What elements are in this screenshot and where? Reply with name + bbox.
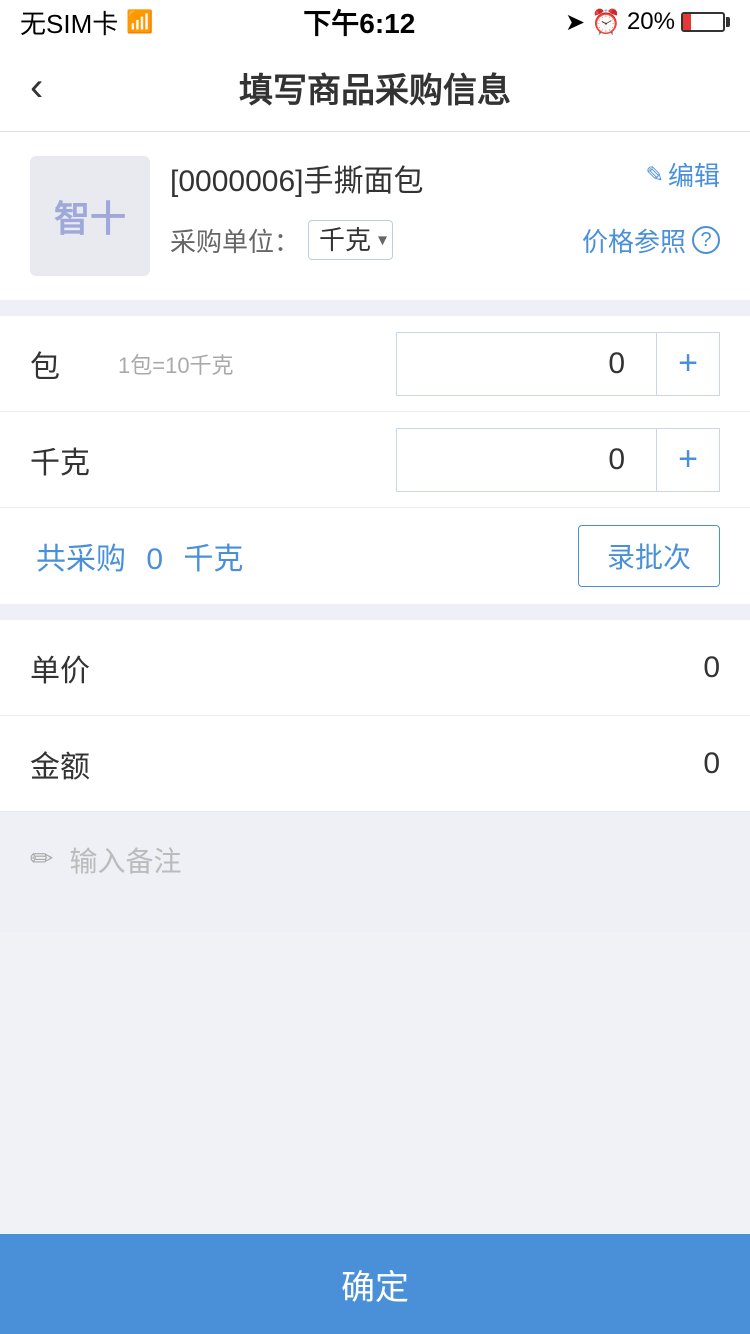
unit-select[interactable]: 千克 <box>308 220 393 260</box>
price-ref-label: 价格参照 <box>582 222 686 259</box>
location-icon: ➤ <box>565 8 585 37</box>
edit-button[interactable]: ✎ 编辑 <box>646 156 720 193</box>
status-bar: 无SIM卡 📶 下午6:12 ➤ ⏰ 20% <box>0 0 750 44</box>
price-ref-button[interactable]: 价格参照 ? <box>582 222 720 259</box>
battery-percent: 20% <box>627 8 675 36</box>
status-right: ➤ ⏰ 20% <box>565 8 730 37</box>
pack-input[interactable] <box>396 332 656 396</box>
pack-row: 包 1包=10千克 + <box>0 316 750 412</box>
back-button[interactable]: ‹ <box>30 65 43 110</box>
unit-price-value: 0 <box>703 651 720 685</box>
unit-price-label: 单价 <box>30 646 90 690</box>
carrier-label: 无SIM卡 <box>20 4 118 41</box>
pack-plus-button[interactable]: + <box>656 332 720 396</box>
product-info: [0000006]手撕面包 ✎ 编辑 采购单位： 千克 价格参照 <box>170 156 720 260</box>
edit-label: 编辑 <box>668 156 720 193</box>
unit-label: 采购单位： <box>170 222 300 259</box>
summary-label: 共采购 <box>36 543 126 576</box>
confirm-label: 确定 <box>341 1260 409 1309</box>
unit-select-wrapper[interactable]: 千克 <box>308 220 393 260</box>
batch-button[interactable]: 录批次 <box>578 525 720 587</box>
divider-2 <box>0 604 750 620</box>
product-bottom-row: 采购单位： 千克 价格参照 ? <box>170 220 720 260</box>
product-card: 智十 [0000006]手撕面包 ✎ 编辑 采购单位： 千克 <box>0 132 750 300</box>
product-logo: 智十 <box>54 190 126 242</box>
time-label: 下午6:12 <box>303 2 415 42</box>
pack-input-wrapper: + <box>396 332 720 396</box>
pack-sublabel: 1包=10千克 <box>118 348 396 380</box>
summary-row: 共采购 0 千克 录批次 <box>0 508 750 604</box>
summary-text: 共采购 0 千克 <box>30 534 249 578</box>
notes-placeholder: 输入备注 <box>69 840 181 880</box>
kg-plus-button[interactable]: + <box>656 428 720 492</box>
summary-unit: 千克 <box>183 543 243 576</box>
unit-price-row: 单价 0 <box>0 620 750 716</box>
pencil-icon: ✏ <box>30 842 53 875</box>
alarm-icon: ⏰ <box>591 8 621 37</box>
amount-value: 0 <box>703 747 720 781</box>
kg-input-wrapper: + <box>396 428 720 492</box>
divider-1 <box>0 300 750 316</box>
nav-bar: ‹ 填写商品采购信息 <box>0 44 750 132</box>
price-section: 单价 0 金额 0 <box>0 620 750 812</box>
form-section: 包 1包=10千克 + 千克 + 共采购 0 千克 录批次 <box>0 316 750 604</box>
kg-row: 千克 + <box>0 412 750 508</box>
confirm-button[interactable]: 确定 <box>0 1234 750 1334</box>
product-top-row: [0000006]手撕面包 ✎ 编辑 <box>170 156 720 200</box>
nav-title: 填写商品采购信息 <box>239 63 511 112</box>
price-ref-icon: ? <box>692 226 720 254</box>
wifi-icon: 📶 <box>126 9 153 35</box>
amount-row: 金额 0 <box>0 716 750 812</box>
pack-label: 包 <box>30 342 110 386</box>
battery-icon <box>681 12 730 32</box>
amount-label: 金额 <box>30 742 90 786</box>
summary-amount: 0 <box>146 543 163 576</box>
notes-section[interactable]: ✏ 输入备注 <box>0 812 750 932</box>
kg-input[interactable] <box>396 428 656 492</box>
kg-label: 千克 <box>30 438 110 482</box>
status-left: 无SIM卡 📶 <box>20 4 154 41</box>
product-thumbnail: 智十 <box>30 156 150 276</box>
product-name: [0000006]手撕面包 <box>170 156 423 200</box>
edit-icon: ✎ <box>646 162 664 188</box>
